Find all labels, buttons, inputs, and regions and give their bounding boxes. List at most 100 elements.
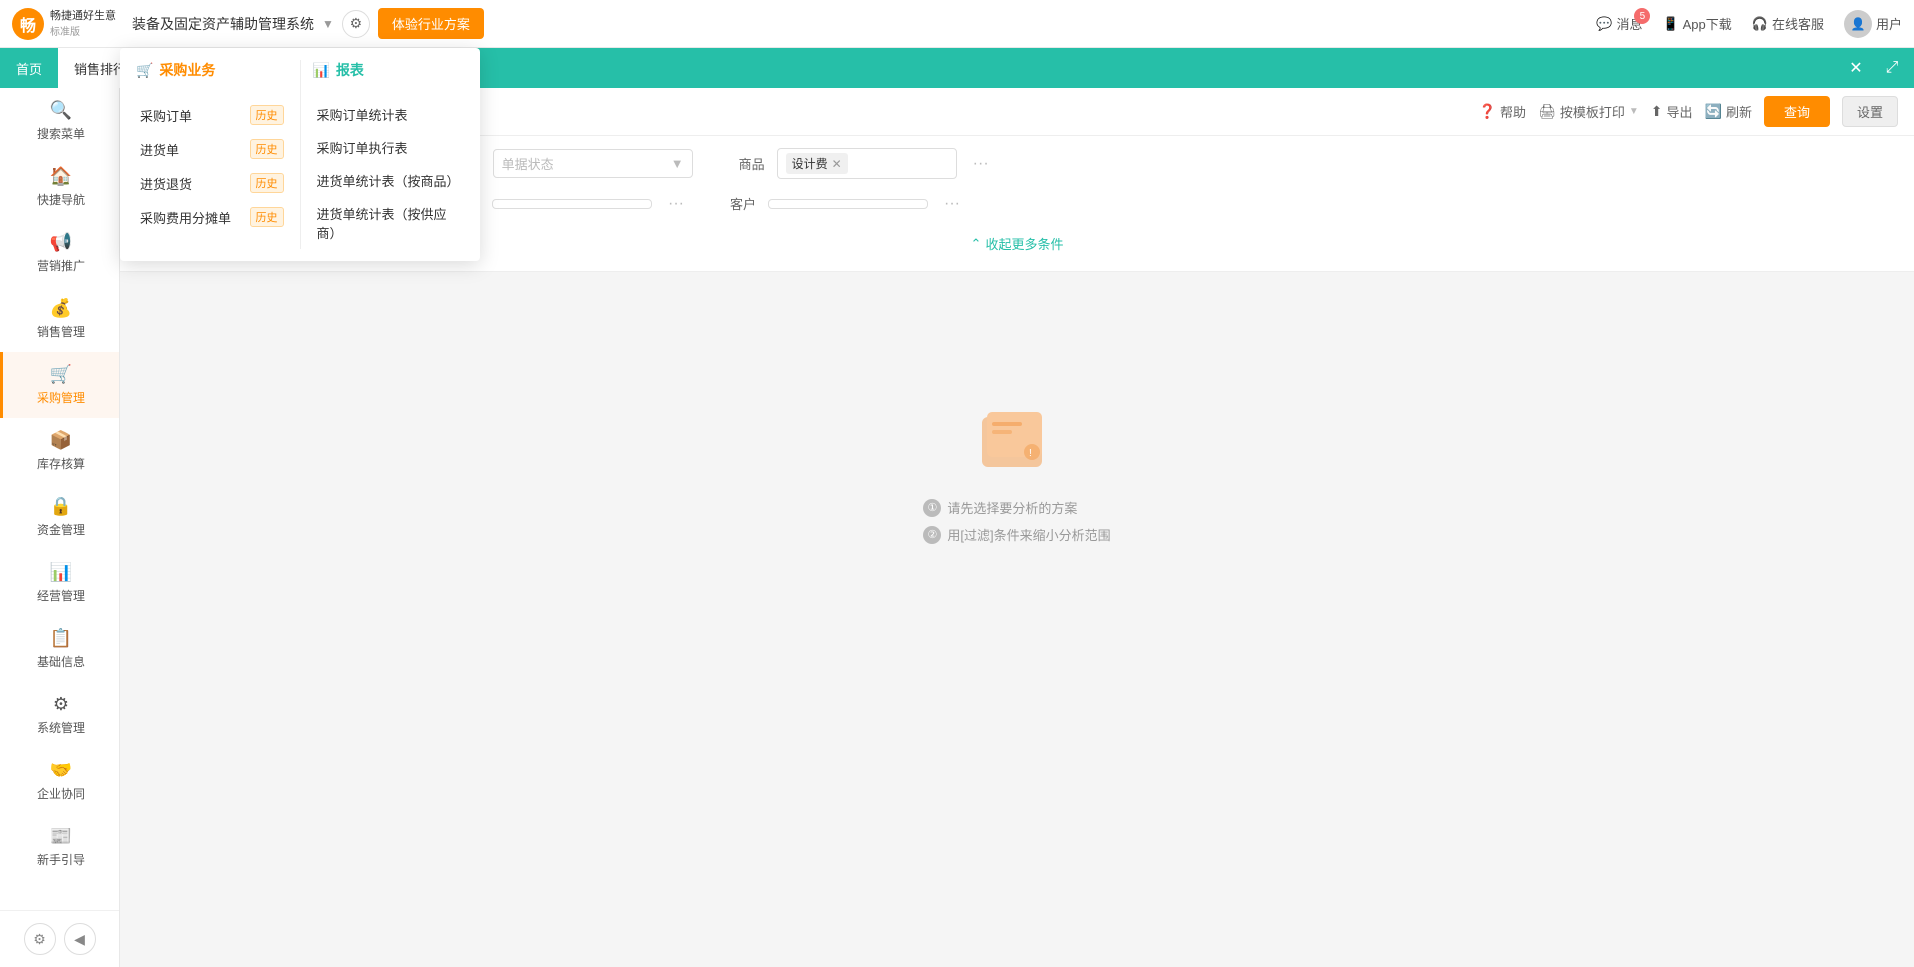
sidebar-system-label: 系统管理	[37, 719, 85, 736]
print-chevron-icon[interactable]: ▼	[1629, 106, 1639, 117]
dropdown-item-inbound[interactable]: 进货单 历史	[136, 132, 288, 166]
empty-illustration: !	[967, 392, 1067, 482]
dropdown-item-purchase-order-exec[interactable]: 采购订单执行表	[313, 131, 465, 164]
sidebar-purchase-label: 采购管理	[37, 389, 85, 406]
user-menu-button[interactable]: 👤 用户	[1844, 10, 1902, 38]
empty-tips: ① 请先选择要分析的方案 ② 用[过滤]条件来缩小分析范围	[923, 498, 1110, 552]
dropdown-item-purchase-fee[interactable]: 采购费用分摊单 历史	[136, 200, 288, 234]
dropdown-item-purchase-order-stat[interactable]: 采购订单统计表	[313, 98, 465, 131]
empty-tip1: 请先选择要分析的方案	[947, 498, 1077, 517]
sidebar-item-quick-nav[interactable]: 🏠 快捷导航	[0, 154, 119, 220]
goods-input[interactable]: 设计费 ✕	[777, 148, 957, 179]
user-icon: 👤	[1851, 17, 1866, 31]
logo-area: 畅 畅捷通好生意 标准版	[12, 8, 132, 40]
salesman-select[interactable]	[492, 199, 652, 209]
purchase-order-exec-label: 采购订单执行表	[317, 138, 408, 157]
sidebar-item-operations[interactable]: 📊 经营管理	[0, 550, 119, 616]
system-name-area: 装备及固定资产辅助管理系统 ▼ ⚙ 体验行业方案	[132, 8, 1596, 39]
system-gear-button[interactable]: ⚙	[342, 10, 370, 38]
sidebar-inventory-label: 库存核算	[37, 455, 85, 472]
avatar: 👤	[1844, 10, 1872, 38]
sidebar-item-system[interactable]: ⚙ 系统管理	[0, 682, 119, 748]
sidebar-basic-label: 基础信息	[37, 653, 85, 670]
refresh-button[interactable]: 🔄 刷新	[1705, 102, 1752, 121]
salesman-more-icon[interactable]: ···	[668, 195, 684, 213]
customer-label: 客户	[696, 194, 756, 213]
status-select[interactable]: 单据状态 ▼	[493, 149, 693, 178]
system-chevron-icon[interactable]: ▼	[322, 17, 334, 31]
enterprise-icon: 🤝	[50, 760, 72, 781]
dropdown-item-inbound-stat-supplier[interactable]: 进货单统计表（按供应商）	[313, 197, 465, 249]
tab-home[interactable]: 首页	[0, 48, 58, 88]
sidebar-item-inventory[interactable]: 📦 库存核算	[0, 418, 119, 484]
sidebar-item-purchase[interactable]: 🛒 采购管理	[0, 352, 119, 418]
search-button[interactable]: 查询	[1764, 96, 1830, 127]
help-button[interactable]: ❓ 帮助	[1479, 102, 1526, 121]
export-button[interactable]: ⬆ 导出	[1651, 102, 1693, 121]
dropdown-columns: 🛒 采购业务 采购订单 历史 进货单 历史 进货退货 历史 采购费用分摊单 历史	[120, 60, 480, 249]
header-right: 💬 消息 5 📱 App下载 🎧 在线客服 👤 用户	[1596, 10, 1902, 38]
industry-button[interactable]: 体验行业方案	[378, 8, 484, 39]
tab-home-label: 首页	[16, 59, 42, 78]
finance-icon: 🔒	[50, 496, 72, 517]
customer-more-icon[interactable]: ···	[944, 195, 960, 213]
sidebar-collapse-button[interactable]: ◀	[64, 923, 96, 955]
inbound-history-badge: 历史	[250, 139, 284, 159]
report-menu-icon: 📊	[313, 62, 330, 79]
logo-sub: 标准版	[50, 23, 116, 38]
sidebar-item-marketing[interactable]: 📢 营销推广	[0, 220, 119, 286]
sidebar-item-sales[interactable]: 💰 销售管理	[0, 286, 119, 352]
newbie-icon: 📰	[50, 826, 72, 847]
dropdown-item-inbound-stat-goods[interactable]: 进货单统计表（按商品）	[313, 164, 465, 197]
empty-state: ! ① 请先选择要分析的方案 ② 用[过滤]条件来缩小分析范围	[120, 272, 1914, 672]
print-button[interactable]: 🖨 按模板打印 ▼	[1538, 102, 1639, 121]
print-icon: 🖨	[1538, 103, 1556, 120]
purchase-col-label: 采购业务	[159, 60, 215, 80]
step2-num: ②	[923, 526, 941, 544]
refresh-icon: 🔄	[1705, 103, 1722, 120]
goods-more-icon[interactable]: ···	[973, 155, 989, 173]
sidebar-newbie-label: 新手引导	[37, 851, 85, 868]
dropdown-item-purchase-order[interactable]: 采购订单 历史	[136, 98, 288, 132]
tab-close-all-icon[interactable]: ✕	[1842, 54, 1870, 82]
tab-maximize-icon[interactable]: ⤢	[1878, 54, 1906, 82]
status-placeholder: 单据状态	[502, 154, 554, 173]
sidebar-sales-label: 销售管理	[37, 323, 85, 340]
settings-button[interactable]: 设置	[1842, 96, 1898, 127]
status-chevron-icon: ▼	[671, 156, 684, 171]
refresh-label: 刷新	[1726, 102, 1752, 121]
basic-icon: 📋	[50, 628, 72, 649]
report-col-label: 报表	[336, 60, 364, 80]
export-icon: ⬆	[1651, 103, 1663, 120]
purchase-order-label: 采购订单	[140, 106, 192, 125]
sidebar-item-enterprise[interactable]: 🤝 企业协同	[0, 748, 119, 814]
goods-tag-close-icon[interactable]: ✕	[832, 157, 842, 171]
customer-select[interactable]	[768, 199, 928, 209]
help-icon: ❓	[1479, 103, 1496, 120]
app-download-button[interactable]: 📱 App下载	[1662, 14, 1731, 33]
inbound-stat-goods-label: 进货单统计表（按商品）	[317, 171, 460, 190]
system-icon: ⚙	[53, 694, 69, 715]
operations-icon: 📊	[50, 562, 72, 583]
sidebar-settings-button[interactable]: ⚙	[24, 923, 56, 955]
tab-bar-right: ✕ ⤢	[1842, 54, 1914, 82]
message-button[interactable]: 💬 消息 5	[1596, 14, 1642, 33]
purchase-order-history-badge: 历史	[250, 105, 284, 125]
purchase-icon: 🛒	[50, 364, 72, 385]
sidebar-item-finance[interactable]: 🔒 资金管理	[0, 484, 119, 550]
online-service-button[interactable]: 🎧 在线客服	[1752, 14, 1824, 33]
app-label: App下载	[1683, 14, 1732, 33]
dropdown-item-inbound-return[interactable]: 进货退货 历史	[136, 166, 288, 200]
sidebar-item-newbie[interactable]: 📰 新手引导	[0, 814, 119, 880]
home-icon: 🏠	[50, 166, 72, 187]
export-label: 导出	[1667, 102, 1693, 121]
sidebar-item-basic[interactable]: 📋 基础信息	[0, 616, 119, 682]
sidebar: 🔍 搜索菜单 🏠 快捷导航 📢 营销推广 💰 销售管理 🛒 采购管理 📦 库存核…	[0, 88, 120, 967]
dropdown-col-purchase-title: 🛒 采购业务	[136, 60, 288, 86]
sidebar-item-search[interactable]: 🔍 搜索菜单	[0, 88, 119, 154]
logo-text: 畅捷通好生意	[50, 9, 116, 23]
app-icon: 📱	[1662, 16, 1678, 32]
inbound-stat-supplier-label: 进货单统计表（按供应商）	[317, 204, 461, 242]
goods-label: 商品	[705, 154, 765, 173]
inbound-label: 进货单	[140, 140, 179, 159]
